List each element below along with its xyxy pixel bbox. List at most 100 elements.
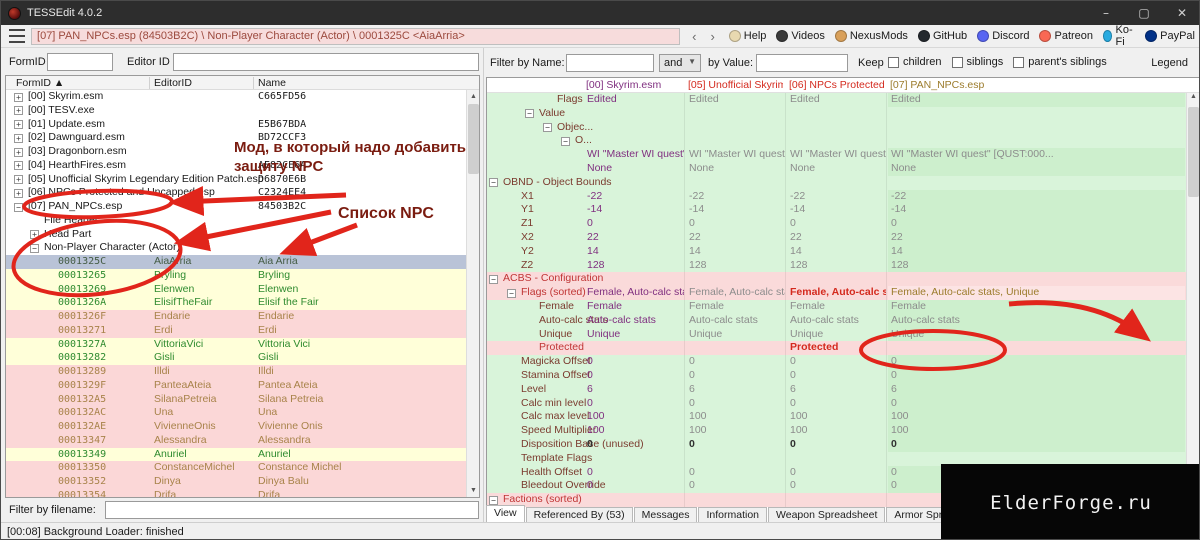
grid-column-header[interactable]: [00] Skyrim.esm — [586, 79, 682, 91]
grid-cell[interactable]: 22 — [584, 231, 684, 245]
grid-row[interactable]: X1-22-22-22-22 — [487, 190, 1186, 204]
close-button[interactable]: ✕ — [1163, 1, 1200, 25]
filter-name-input[interactable] — [566, 54, 654, 72]
filter-value-input[interactable] — [756, 54, 848, 72]
grid-cell[interactable]: Unique — [888, 328, 1185, 342]
grid-cell[interactable]: 0 — [686, 466, 785, 480]
grid-row[interactable]: −Objec... — [487, 121, 1186, 135]
grid-cell[interactable]: Unique — [787, 328, 886, 342]
grid-row[interactable]: Calc min level0000 — [487, 397, 1186, 411]
grid-cell[interactable]: 0 — [584, 479, 684, 493]
grid-row[interactable]: Level6666 — [487, 383, 1186, 397]
grid-row[interactable]: −ACBS - Configuration — [487, 272, 1186, 286]
grid-cell[interactable]: None — [584, 162, 684, 176]
grid-row[interactable]: Y214141414 — [487, 245, 1186, 259]
grid-row[interactable]: Auto-calc statsAuto-calc statsAuto-calc … — [487, 314, 1186, 328]
grid-cell[interactable]: Female, Auto-calc stats, Unique — [584, 286, 684, 300]
tree-row[interactable]: 000132A5SilanaPetreiaSilana Petreia — [6, 393, 466, 407]
grid-cell[interactable]: 128 — [787, 259, 886, 273]
grid-row[interactable]: Magicka Offset0000 — [487, 355, 1186, 369]
link-discord[interactable]: Discord — [977, 30, 1029, 42]
grid-cell[interactable]: 0 — [787, 217, 886, 231]
link-help[interactable]: Help — [729, 30, 767, 42]
tree-row[interactable]: 00013265BrylingBryling — [6, 269, 466, 283]
grid-cell[interactable]: 100 — [584, 424, 684, 438]
grid-row[interactable]: ProtectedProtected — [487, 341, 1186, 355]
grid-cell[interactable]: 100 — [584, 410, 684, 424]
grid-cell[interactable]: 0 — [686, 479, 785, 493]
link-videos[interactable]: Videos — [776, 30, 824, 42]
collapse-icon[interactable]: − — [561, 137, 570, 146]
grid-cell[interactable]: -22 — [584, 190, 684, 204]
tree-header[interactable]: FormID ▲ EditorID Name — [6, 76, 479, 90]
tab-view[interactable]: View — [486, 505, 525, 522]
grid-cell[interactable]: Auto-calc stats — [888, 314, 1185, 328]
grid-cell[interactable]: 0 — [686, 217, 785, 231]
checkbox-parent-s-siblings[interactable]: parent's siblings — [1013, 56, 1107, 68]
grid-cell[interactable]: 0 — [787, 466, 886, 480]
grid-row[interactable]: NoneNoneNoneNone — [487, 162, 1186, 176]
grid-cell[interactable]: -14 — [686, 203, 785, 217]
checkbox-icon[interactable] — [888, 57, 899, 68]
grid-row[interactable]: UniqueUniqueUniqueUniqueUnique — [487, 328, 1186, 342]
grid-cell[interactable]: -14 — [787, 203, 886, 217]
checkbox-siblings[interactable]: siblings — [952, 56, 1004, 68]
expand-icon[interactable]: + — [30, 230, 39, 239]
grid-column-header[interactable]: [06] NPCs Protected and Uncappe... — [789, 79, 884, 91]
grid-cell[interactable]: 22 — [686, 231, 785, 245]
grid-cell[interactable]: 0 — [584, 217, 684, 231]
grid-cell[interactable]: Female, Auto-calc stats, Unique — [686, 286, 785, 300]
grid-row[interactable]: X222222222 — [487, 231, 1186, 245]
legend-link[interactable]: Legend — [1151, 57, 1188, 69]
expand-icon[interactable]: + — [14, 161, 23, 170]
editorid-input[interactable] — [173, 53, 479, 71]
collapse-icon[interactable]: − — [30, 244, 39, 253]
collapse-icon[interactable]: − — [543, 123, 552, 132]
grid-cell[interactable]: -14 — [584, 203, 684, 217]
grid-cell[interactable]: WI "Master WI quest" [QUST:000... — [787, 148, 886, 162]
grid-cell[interactable]: 0 — [584, 355, 684, 369]
grid-cell[interactable]: None — [888, 162, 1185, 176]
grid-row[interactable]: Speed Multiplier100100100100 — [487, 424, 1186, 438]
tree-row[interactable]: 000132ACUnaUna — [6, 406, 466, 420]
grid-cell[interactable]: 0 — [584, 369, 684, 383]
column-editorid[interactable]: EditorID — [154, 77, 192, 89]
formid-input[interactable] — [47, 53, 113, 71]
tree-row[interactable]: +[01] Update.esmE5B67BDA — [6, 118, 466, 132]
tree-row[interactable]: 00013271ErdiErdi — [6, 324, 466, 338]
grid-cell[interactable]: Auto-calc stats — [686, 314, 785, 328]
filter-operator-select[interactable]: and▼ — [659, 54, 701, 72]
link-nexusmods[interactable]: NexusMods — [835, 30, 908, 42]
grid-cell[interactable]: 0 — [584, 466, 684, 480]
grid-cell[interactable]: 0 — [888, 355, 1185, 369]
tree-row[interactable]: 00013282GisliGisli — [6, 351, 466, 365]
grid-cell[interactable]: Female, Auto-calc stats, Unique, ... — [787, 286, 886, 300]
link-ko-fi[interactable]: Ko-Fi — [1103, 24, 1135, 48]
grid-cell[interactable]: 0 — [888, 217, 1185, 231]
tree-row[interactable]: +Head Part — [6, 228, 466, 242]
grid-cell[interactable]: 6 — [584, 383, 684, 397]
grid-row[interactable]: −O... — [487, 134, 1186, 148]
link-github[interactable]: GitHub — [918, 30, 967, 42]
grid-cell[interactable]: 0 — [787, 438, 886, 452]
collapse-icon[interactable]: − — [14, 203, 23, 212]
tree-row[interactable]: +[06] NPCs Protected and Uncapped.espC23… — [6, 186, 466, 200]
grid-cell[interactable]: 0 — [888, 438, 1185, 452]
collapse-icon[interactable]: − — [489, 178, 498, 187]
scroll-down-icon[interactable]: ▼ — [467, 484, 480, 497]
left-tree-scrollbar[interactable]: ▲ ▼ — [466, 90, 479, 497]
grid-cell[interactable]: None — [787, 162, 886, 176]
link-patreon[interactable]: Patreon — [1039, 30, 1093, 42]
grid-cell[interactable]: -22 — [888, 190, 1185, 204]
checkbox-icon[interactable] — [952, 57, 963, 68]
grid-row[interactable]: WI "Master WI quest" [QUST:000...WI "Mas… — [487, 148, 1186, 162]
tree-row[interactable]: 00013350ConstanceMichelConstance Michel — [6, 461, 466, 475]
grid-cell[interactable]: 100 — [787, 424, 886, 438]
tree-row[interactable]: 0001327AVittoriaViciVittoria Vici — [6, 338, 466, 352]
grid-cell[interactable]: 0 — [787, 369, 886, 383]
grid-row[interactable]: Disposition Base (unused)0000 — [487, 438, 1186, 452]
grid-cell[interactable]: 100 — [888, 424, 1185, 438]
tree-row[interactable]: 000132AEVivienneOnisVivienne Onis — [6, 420, 466, 434]
collapse-icon[interactable]: − — [507, 289, 516, 298]
grid-cell[interactable]: WI "Master WI quest" [QUST:000... — [686, 148, 785, 162]
